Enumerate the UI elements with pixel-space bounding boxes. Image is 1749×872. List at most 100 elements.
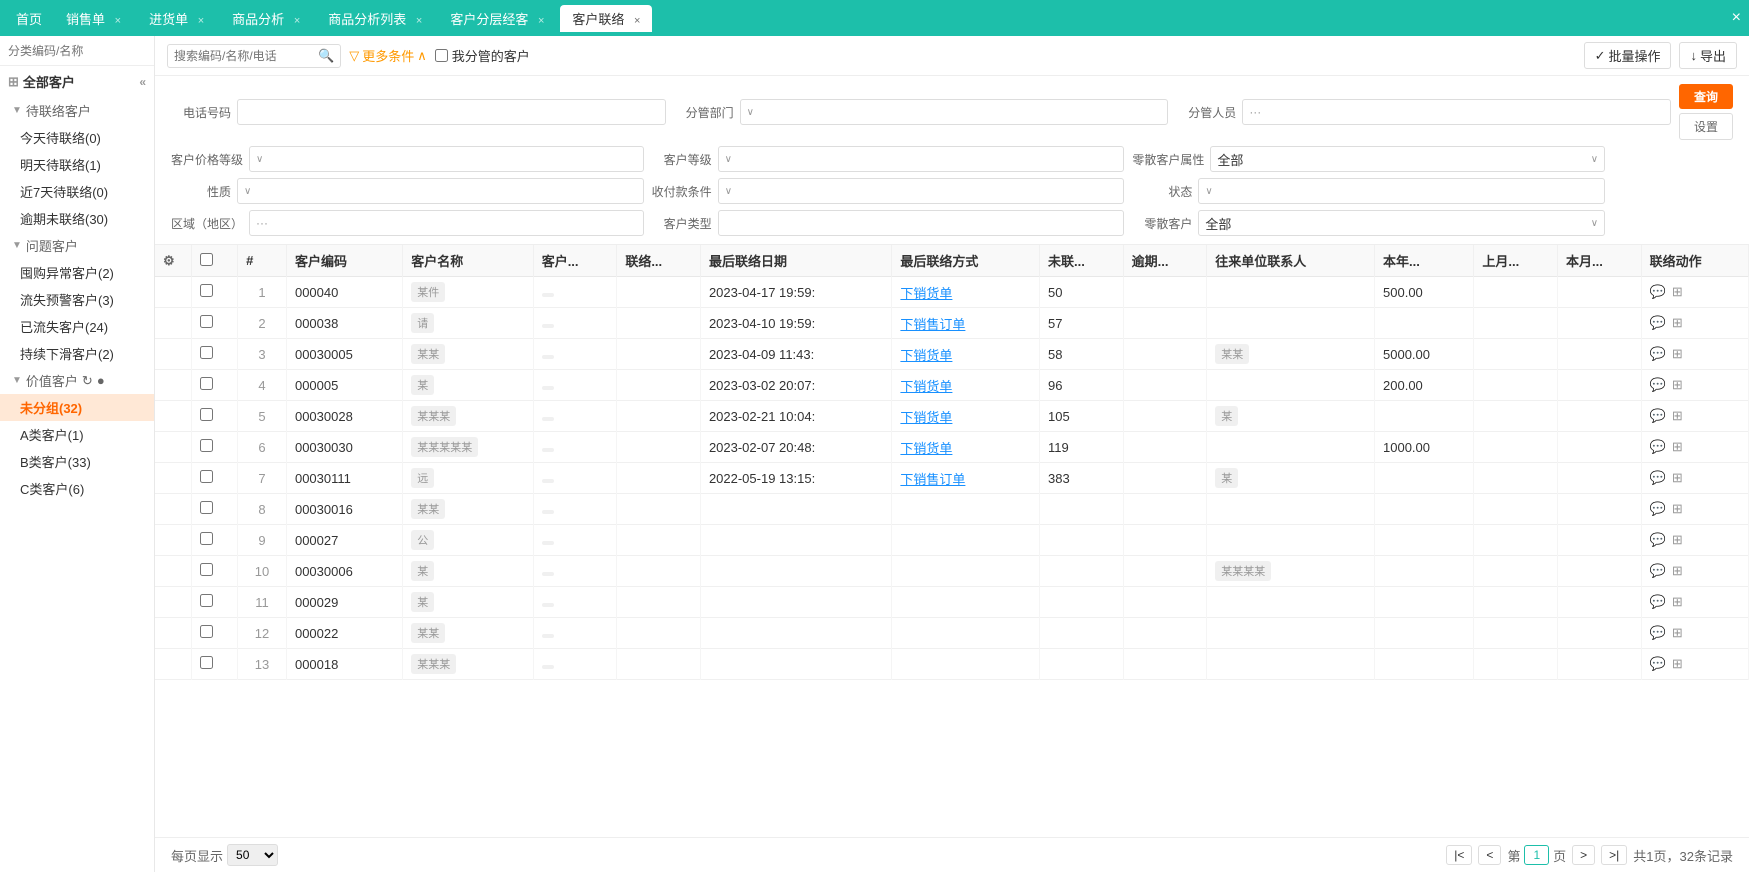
row-select-checkbox[interactable]: [200, 284, 213, 297]
grid-action-icon[interactable]: ⊞: [1672, 315, 1683, 331]
row-checkbox[interactable]: [191, 587, 238, 618]
grid-action-icon[interactable]: ⊞: [1672, 439, 1683, 455]
close-analysis-tab[interactable]: ×: [294, 15, 300, 27]
row-select-checkbox[interactable]: [200, 377, 213, 390]
payment-select[interactable]: ∨: [718, 178, 1125, 204]
row-checkbox[interactable]: [191, 618, 238, 649]
last-page-btn[interactable]: >|: [1601, 845, 1627, 865]
grid-action-icon[interactable]: ⊞: [1672, 563, 1683, 579]
close-segment-tab[interactable]: ×: [538, 15, 544, 27]
sidebar-item-ungrouped[interactable]: 未分组(32): [0, 394, 154, 421]
sidebar-item-churn-warning[interactable]: 流失预警客户(3): [0, 286, 154, 313]
chat-icon[interactable]: 💬: [1650, 594, 1666, 610]
row-checkbox[interactable]: [191, 370, 238, 401]
chat-icon[interactable]: 💬: [1650, 563, 1666, 579]
customer-type-input[interactable]: [718, 210, 1125, 236]
refresh-icon[interactable]: ↻: [82, 373, 93, 389]
grid-action-icon[interactable]: ⊞: [1672, 501, 1683, 517]
row-checkbox[interactable]: [191, 401, 238, 432]
my-customers-check[interactable]: [435, 49, 448, 62]
sidebar-item-7days[interactable]: 近7天待联络(0): [0, 178, 154, 205]
global-close-button[interactable]: ×: [1732, 9, 1741, 27]
grid-action-icon[interactable]: ⊞: [1672, 408, 1683, 424]
chat-icon[interactable]: 💬: [1650, 470, 1666, 486]
tab-product-analysis[interactable]: 商品分析 ×: [220, 5, 312, 32]
search-input[interactable]: [174, 49, 314, 63]
tab-customer-segment[interactable]: 客户分层经客 ×: [438, 5, 556, 32]
collapse-btn[interactable]: «: [139, 75, 146, 89]
close-list-tab[interactable]: ×: [416, 15, 422, 27]
sidebar-item-class-b[interactable]: B类客户(33): [0, 448, 154, 475]
sidebar-item-class-c[interactable]: C类客户(6): [0, 475, 154, 502]
tab-product-list[interactable]: 商品分析列表 ×: [316, 5, 434, 32]
phone-input[interactable]: [237, 99, 666, 125]
status-select[interactable]: ∨: [1198, 178, 1605, 204]
chat-icon[interactable]: 💬: [1650, 346, 1666, 362]
more-conditions-btn[interactable]: ▽ 更多条件 ∧: [349, 46, 427, 65]
row-select-checkbox[interactable]: [200, 408, 213, 421]
chat-icon[interactable]: 💬: [1650, 408, 1666, 424]
close-purchase-tab[interactable]: ×: [198, 15, 204, 27]
search-icon-main[interactable]: 🔍: [318, 48, 334, 64]
sidebar-item-churned[interactable]: 已流失客户(24): [0, 313, 154, 340]
retail-customer-select[interactable]: 全部 ∨: [1198, 210, 1605, 236]
region-input[interactable]: ···: [249, 210, 644, 236]
row-select-checkbox[interactable]: [200, 501, 213, 514]
per-page-select[interactable]: 50 100 200: [227, 844, 278, 866]
export-btn[interactable]: ↓ 导出: [1679, 42, 1737, 69]
row-select-checkbox[interactable]: [200, 470, 213, 483]
manager-input[interactable]: ···: [1242, 99, 1671, 125]
grid-action-icon[interactable]: ⊞: [1672, 532, 1683, 548]
row-select-checkbox[interactable]: [200, 439, 213, 452]
sidebar-item-hoarding[interactable]: 囤购异常客户(2): [0, 259, 154, 286]
search-button[interactable]: 查询: [1679, 84, 1733, 109]
chat-icon[interactable]: 💬: [1650, 656, 1666, 672]
chat-icon[interactable]: 💬: [1650, 315, 1666, 331]
select-all-checkbox[interactable]: [200, 253, 213, 266]
row-checkbox[interactable]: [191, 432, 238, 463]
group-pending-contact[interactable]: ▼ 待联络客户: [0, 97, 154, 124]
tab-purchase[interactable]: 进货单 ×: [137, 5, 216, 32]
sidebar-item-class-a[interactable]: A类客户(1): [0, 421, 154, 448]
home-tab[interactable]: 首页: [8, 5, 50, 32]
dept-select[interactable]: ∨: [740, 99, 1169, 125]
price-level-select[interactable]: ∨: [249, 146, 644, 172]
chat-icon[interactable]: 💬: [1650, 501, 1666, 517]
row-checkbox[interactable]: [191, 339, 238, 370]
retail-attr-select[interactable]: 全部 ∨: [1210, 146, 1605, 172]
chat-icon[interactable]: 💬: [1650, 532, 1666, 548]
close-sales-tab[interactable]: ×: [115, 15, 121, 27]
row-checkbox[interactable]: [191, 649, 238, 680]
row-checkbox[interactable]: [191, 494, 238, 525]
grid-action-icon[interactable]: ⊞: [1672, 625, 1683, 641]
nature-select[interactable]: ∨: [237, 178, 644, 204]
table-settings-icon[interactable]: ⚙: [163, 253, 175, 268]
sidebar-item-today[interactable]: 今天待联络(0): [0, 124, 154, 151]
group-value-customer[interactable]: ▼ 价值客户 ↻ ●: [0, 367, 154, 394]
tab-sales[interactable]: 销售单 ×: [54, 5, 133, 32]
row-checkbox[interactable]: [191, 525, 238, 556]
customer-level-select[interactable]: ∨: [718, 146, 1125, 172]
sidebar-item-declining[interactable]: 持续下滑客户(2): [0, 340, 154, 367]
grid-action-icon[interactable]: ⊞: [1672, 470, 1683, 486]
row-select-checkbox[interactable]: [200, 563, 213, 576]
chat-icon[interactable]: 💬: [1650, 284, 1666, 300]
grid-action-icon[interactable]: ⊞: [1672, 377, 1683, 393]
close-contact-tab[interactable]: ×: [634, 15, 640, 27]
row-select-checkbox[interactable]: [200, 532, 213, 545]
chat-icon[interactable]: 💬: [1650, 377, 1666, 393]
row-checkbox[interactable]: [191, 277, 238, 308]
chat-icon[interactable]: 💬: [1650, 625, 1666, 641]
settings-col[interactable]: ⚙: [155, 245, 191, 277]
my-customers-checkbox[interactable]: 我分管的客户: [435, 46, 530, 65]
grid-action-icon[interactable]: ⊞: [1672, 284, 1683, 300]
row-checkbox[interactable]: [191, 463, 238, 494]
chat-icon[interactable]: 💬: [1650, 439, 1666, 455]
sidebar-search-bar[interactable]: 🔍: [0, 36, 154, 66]
grid-action-icon[interactable]: ⊞: [1672, 594, 1683, 610]
sidebar-item-tomorrow[interactable]: 明天待联络(1): [0, 151, 154, 178]
prev-page-btn[interactable]: <: [1478, 845, 1501, 865]
row-select-checkbox[interactable]: [200, 656, 213, 669]
group-problem-customer[interactable]: ▼ 问题客户: [0, 232, 154, 259]
row-select-checkbox[interactable]: [200, 625, 213, 638]
